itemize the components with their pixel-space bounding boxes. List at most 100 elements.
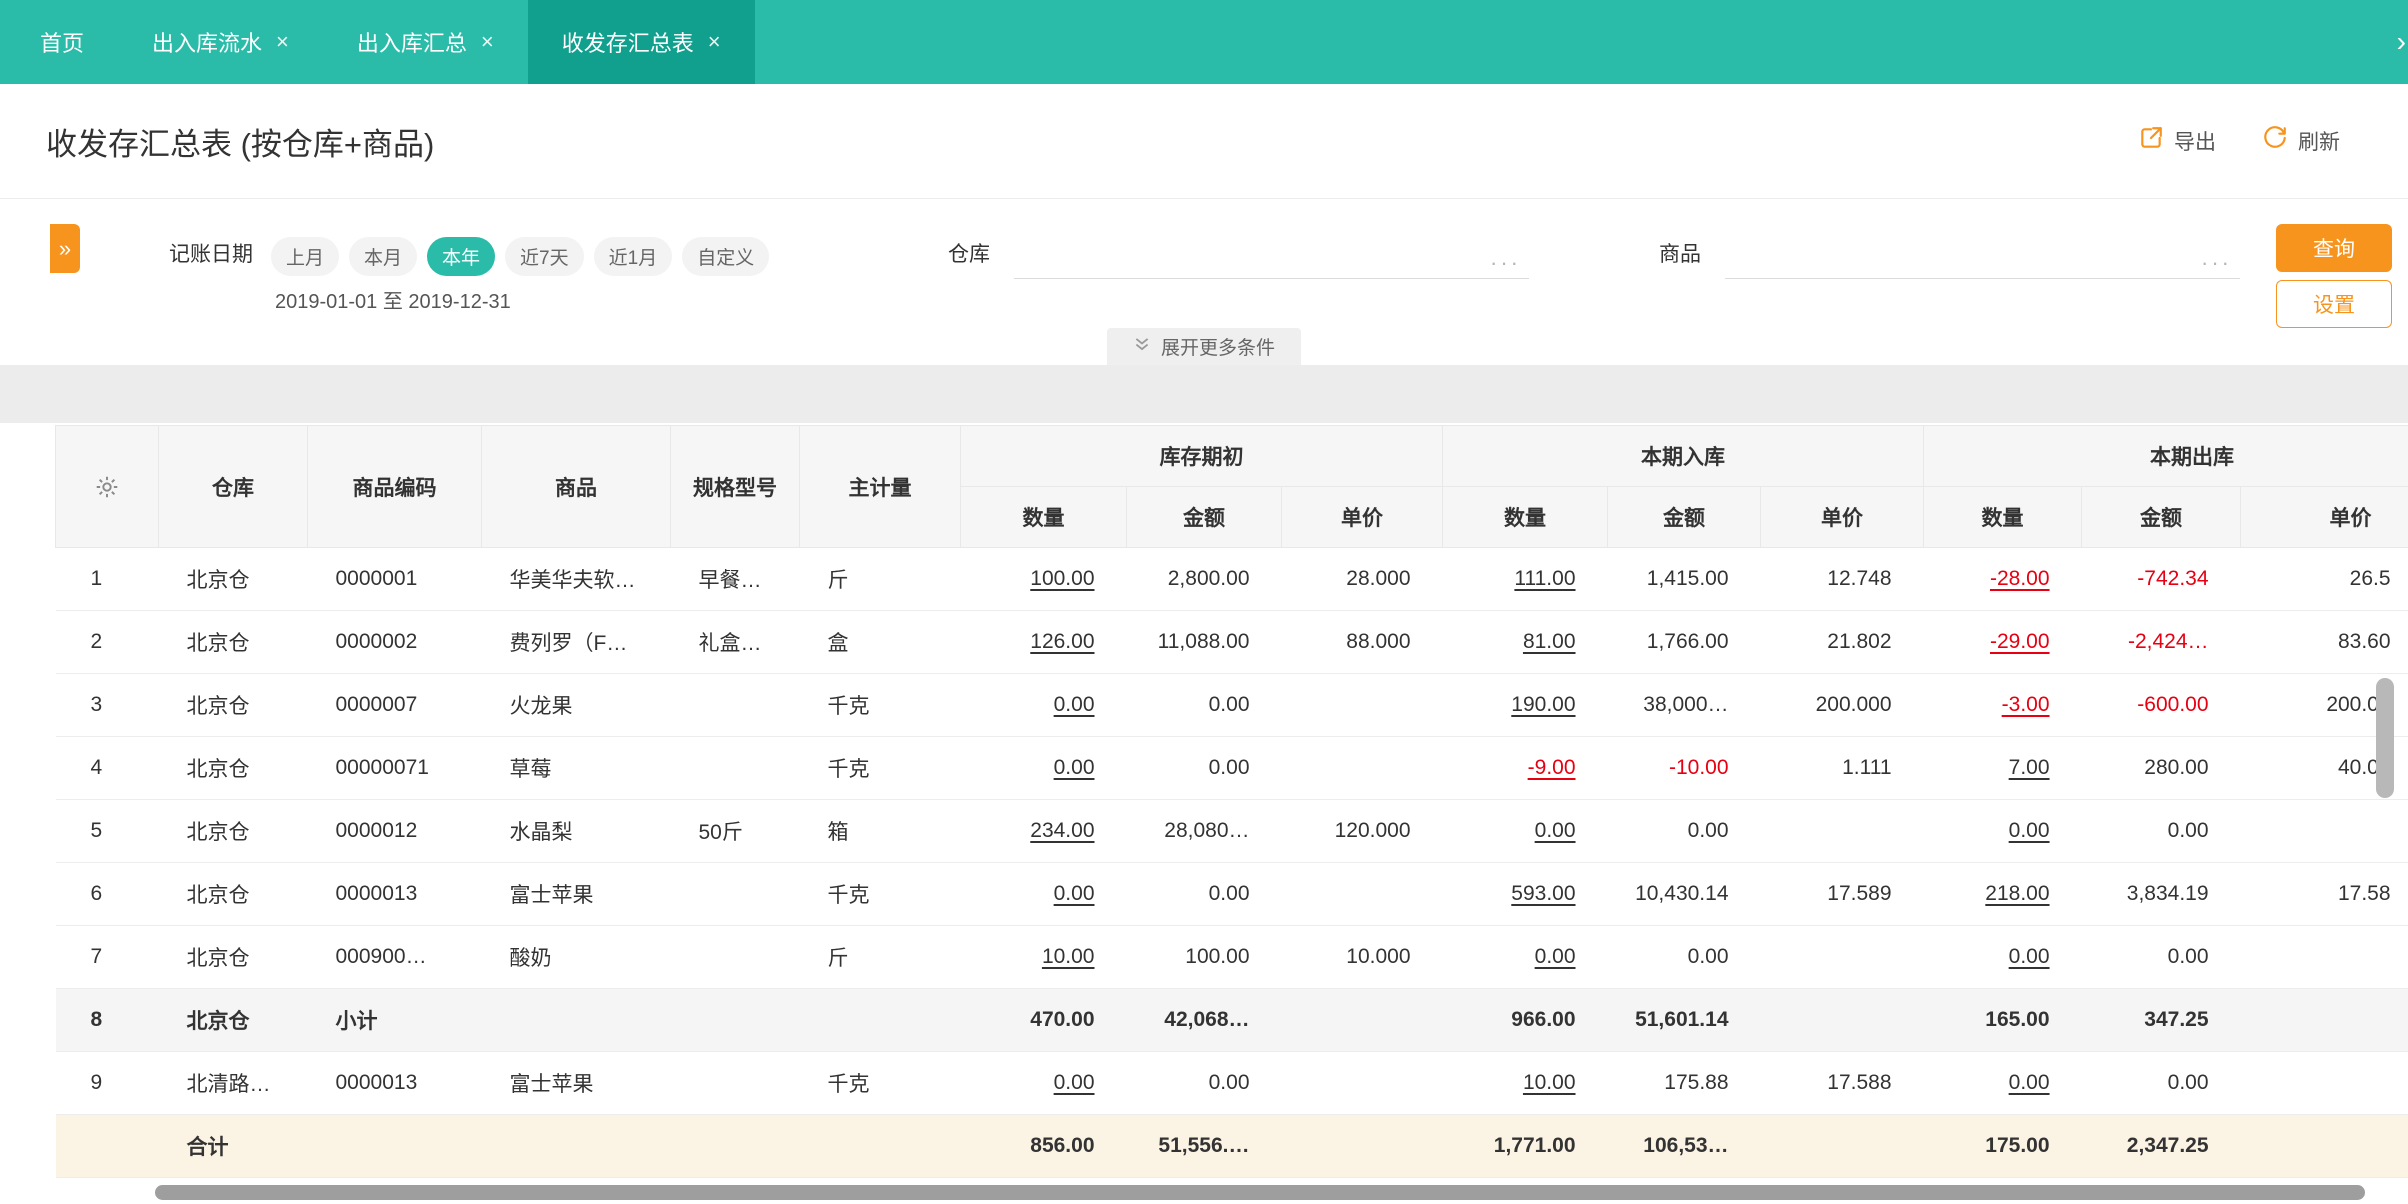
column-subheader-金额: 金额 — [1126, 486, 1282, 548]
refresh-button[interactable]: 刷新 — [2262, 125, 2340, 157]
date-pill-本年[interactable]: 本年 — [427, 237, 496, 276]
column-header-商品编码: 商品编码 — [307, 425, 482, 548]
numeric-cell: -29.00 — [1923, 610, 2082, 674]
cell-value: 0.00 — [2167, 945, 2209, 968]
date-pill-上月[interactable]: 上月 — [271, 237, 340, 276]
table-row[interactable]: 7 北京仓 000900… 酸奶 斤 10.00 100.00 10.000 0.00 0.00 0… — [55, 925, 2408, 989]
warehouse-input[interactable]: ··· — [1014, 237, 1529, 279]
subtotal-row[interactable]: 8 北京仓 小计 470.00 42,068… 966.00 51,601.14 165.00… — [55, 988, 2408, 1052]
numeric-cell: 28.000 — [1281, 547, 1443, 611]
date-range-value[interactable]: 2019-01-01 至 2019-12-31 — [271, 285, 769, 314]
numeric-cell: 10.00 — [960, 925, 1127, 989]
unit-cell: 千克 — [799, 673, 961, 737]
quantity-drilldown-link[interactable]: 111.00 — [1514, 567, 1575, 590]
numeric-cell: 0.00 — [1923, 1051, 2082, 1115]
tab-出入库汇总[interactable]: 出入库汇总 × — [323, 0, 528, 84]
quantity-drilldown-link[interactable]: 0.00 — [1054, 882, 1095, 905]
date-pill-自定义[interactable]: 自定义 — [682, 237, 770, 276]
quantity-drilldown-link[interactable]: 10.00 — [1042, 945, 1095, 968]
quantity-drilldown-link[interactable]: -28.00 — [1990, 567, 2050, 590]
seq-cell: 8 — [55, 988, 159, 1052]
numeric-cell: 0.00 — [1442, 925, 1608, 989]
numeric-cell: 0.00 — [1607, 799, 1761, 863]
numeric-cell: 0.00 — [1126, 673, 1282, 737]
query-button[interactable]: 查询 — [2276, 224, 2392, 272]
product-picker-dots-icon[interactable]: ··· — [2201, 250, 2232, 276]
tab-close-icon[interactable]: × — [481, 29, 494, 55]
tab-close-icon[interactable]: × — [708, 29, 721, 55]
numeric-cell — [1760, 988, 1924, 1052]
export-button[interactable]: 导出 — [2138, 125, 2216, 157]
date-pill-本月[interactable]: 本月 — [349, 237, 418, 276]
quantity-drilldown-link[interactable]: -29.00 — [1990, 630, 2050, 653]
cell-value: 10,430.14 — [1635, 882, 1729, 905]
numeric-cell: -10.00 — [1607, 736, 1761, 800]
table-row[interactable]: 6 北京仓 0000013 富士苹果 千克 0.00 0.00 593.00 10,430.14… — [55, 862, 2408, 926]
quantity-drilldown-link[interactable]: 0.00 — [1535, 945, 1576, 968]
cell-value: 11,088.00 — [1157, 630, 1250, 653]
date-pill-近7天[interactable]: 近7天 — [505, 237, 584, 276]
product-input[interactable]: ··· — [1725, 237, 2240, 279]
settings-button[interactable]: 设置 — [2276, 280, 2392, 328]
column-subheader-数量: 数量 — [1442, 486, 1609, 548]
numeric-cell — [2240, 1051, 2408, 1115]
tab-首页[interactable]: 首页 — [6, 0, 118, 84]
quantity-drilldown-link[interactable]: 100.00 — [1030, 567, 1094, 590]
warehouse-picker-dots-icon[interactable]: ··· — [1490, 250, 1521, 276]
quantity-drilldown-link[interactable]: 126.00 — [1030, 630, 1094, 653]
numeric-cell: 0.00 — [960, 1051, 1127, 1115]
numeric-cell: 28,080… — [1126, 799, 1282, 863]
quantity-drilldown-link[interactable]: -9.00 — [1528, 756, 1576, 779]
tab-close-icon[interactable]: × — [276, 29, 289, 55]
table-row[interactable]: 5 北京仓 0000012 水晶梨 50斤箱 234.00 28,080… 120.000 0.… — [55, 799, 2408, 863]
quantity-drilldown-link[interactable]: 7.00 — [2009, 756, 2050, 779]
quantity-drilldown-link[interactable]: 593.00 — [1511, 882, 1575, 905]
quantity-drilldown-link[interactable]: 0.00 — [1054, 693, 1095, 716]
quantity-drilldown-link[interactable]: 0.00 — [1535, 819, 1576, 842]
seq-cell: 9 — [55, 1051, 159, 1115]
numeric-cell: 106,53… — [1607, 1114, 1761, 1178]
quantity-drilldown-link[interactable]: 218.00 — [1985, 882, 2049, 905]
numeric-cell: -2,424… — [2081, 610, 2241, 674]
numeric-cell: 856.00 — [960, 1114, 1127, 1178]
collapse-filters-button[interactable]: » — [50, 224, 80, 273]
cell-value: -10.00 — [1668, 756, 1729, 779]
spec-cell — [670, 1051, 800, 1115]
numeric-cell: 218.00 — [1923, 862, 2082, 926]
date-pill-近1月[interactable]: 近1月 — [593, 237, 673, 276]
numeric-cell: 38,000… — [1607, 673, 1761, 737]
column-settings-gear-icon[interactable] — [55, 425, 159, 548]
quantity-drilldown-link[interactable]: 0.00 — [1054, 756, 1095, 779]
numeric-cell — [1281, 736, 1443, 800]
tab-收发存汇总表[interactable]: 收发存汇总表 × — [527, 0, 755, 84]
table-row[interactable]: 1 北京仓 0000001 华美华夫软… 早餐… 斤 100.00 2,800.00 28.00… — [55, 547, 2408, 611]
quantity-drilldown-link[interactable]: 81.00 — [1523, 630, 1576, 653]
table-row[interactable]: 3 北京仓 0000007 火龙果 千克 0.00 0.00 190.00 38,000… 200… — [55, 673, 2408, 737]
table-row[interactable]: 2 北京仓 0000002 费列罗（F… 礼盒… 盒 126.00 11,088.00 88.0… — [55, 610, 2408, 674]
quantity-drilldown-link[interactable]: 0.00 — [2009, 945, 2050, 968]
tab-overflow-arrow-icon[interactable]: › — [2397, 0, 2406, 84]
quantity-drilldown-link[interactable]: 10.00 — [1523, 1071, 1576, 1094]
date-pills: 上月 本月 本年 近7天 近1月 自定义 — [271, 237, 770, 276]
vertical-scrollbar-thumb[interactable] — [2376, 678, 2394, 798]
numeric-cell: 0.00 — [2081, 925, 2241, 989]
quantity-drilldown-link[interactable]: 234.00 — [1030, 819, 1094, 842]
expand-more-button[interactable]: 展开更多条件 — [1106, 328, 1302, 365]
quantity-drilldown-link[interactable]: 0.00 — [2009, 819, 2050, 842]
table-row[interactable]: 4 北京仓 00000071 草莓 千克 0.00 0.00 -9.00 -10.00 1.111… — [55, 736, 2408, 800]
quantity-drilldown-link[interactable]: 0.00 — [2009, 1071, 2050, 1094]
tab-出入库流水[interactable]: 出入库流水 × — [118, 0, 323, 84]
page-gap — [0, 365, 2408, 423]
code-cell: 0000007 — [307, 673, 482, 737]
horizontal-scrollbar-thumb[interactable] — [155, 1185, 2365, 1200]
column-subheader-数量: 数量 — [1923, 486, 2083, 548]
quantity-drilldown-link[interactable]: -3.00 — [2002, 693, 2050, 716]
numeric-cell — [2240, 925, 2408, 989]
quantity-drilldown-link[interactable]: 190.00 — [1511, 693, 1575, 716]
numeric-cell: 200.000 — [1760, 673, 1924, 737]
quantity-drilldown-link[interactable]: 0.00 — [1054, 1071, 1095, 1094]
numeric-cell: 81.00 — [1442, 610, 1608, 674]
table-row[interactable]: 9 北清路… 0000013 富士苹果 千克 0.00 0.00 10.00 175.88 17.… — [55, 1051, 2408, 1115]
export-icon — [2138, 125, 2164, 157]
column-subheader-单价: 单价 — [2240, 486, 2408, 548]
